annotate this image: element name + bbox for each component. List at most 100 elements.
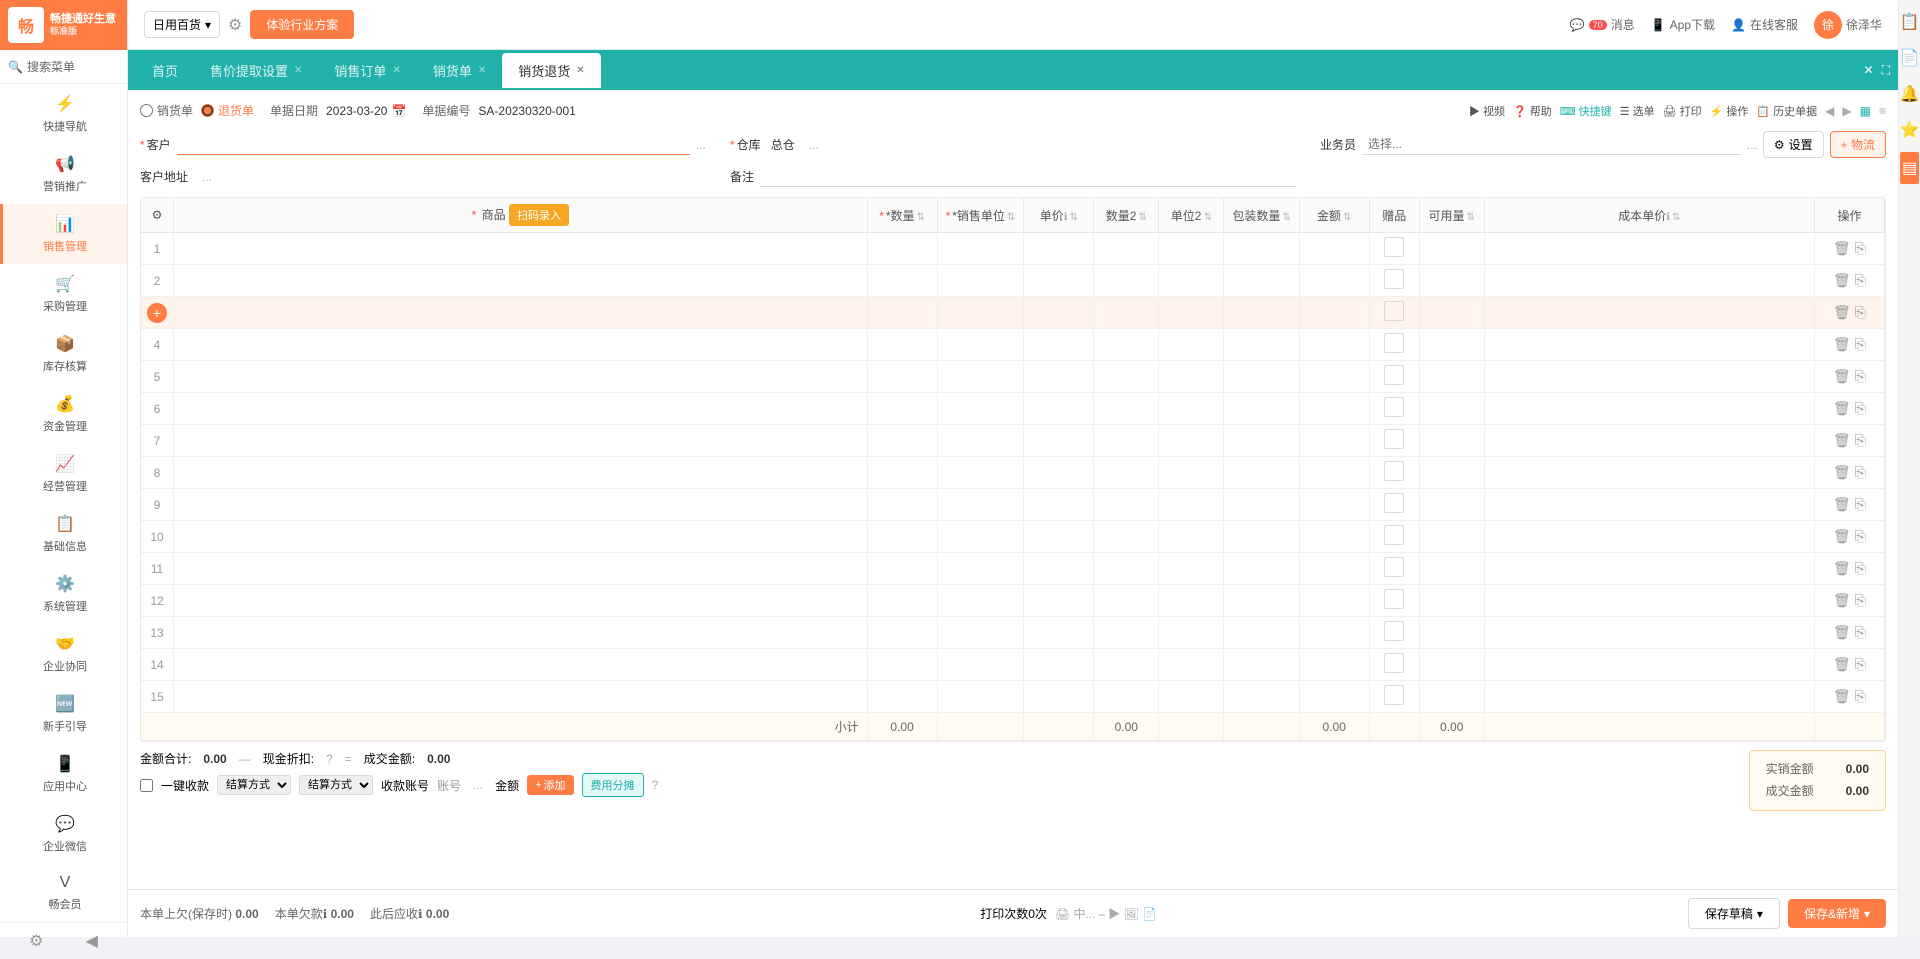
tab-close-icon[interactable]: ✕ [294, 65, 302, 76]
delete-row-btn[interactable]: 🗑 [1831, 400, 1853, 417]
add-row-btn[interactable]: + [147, 303, 167, 323]
split-btn[interactable]: 费用分摊 [582, 773, 644, 797]
qty2-cell[interactable] [1094, 489, 1159, 521]
sidebar-item-quicknav[interactable]: ⚡ 快捷导航 [0, 84, 127, 144]
tab-home[interactable]: 首页 [136, 53, 194, 88]
pack-qty-cell[interactable] [1224, 297, 1299, 329]
quantity-cell[interactable] [867, 617, 937, 649]
product-cell[interactable] [174, 425, 868, 457]
amount-cell[interactable] [1299, 585, 1369, 617]
toolbar-select[interactable]: ☰ 选单 [1620, 103, 1655, 119]
available-cell[interactable] [1419, 233, 1484, 265]
gift-cell[interactable] [1369, 649, 1419, 681]
toolbar-help[interactable]: ❓ 帮助 [1513, 103, 1552, 119]
sort-icon-unit2[interactable]: ⇅ [1203, 212, 1211, 223]
tab-sales-order[interactable]: 销售订单 ✕ [318, 53, 416, 88]
unit-price-cell[interactable] [1024, 649, 1094, 681]
fullscreen-icon[interactable]: ⛶ [1882, 63, 1890, 78]
unit2-cell[interactable] [1159, 457, 1224, 489]
unit-price-cell[interactable] [1024, 617, 1094, 649]
unit-price-cell[interactable] [1024, 585, 1094, 617]
qty2-cell[interactable] [1094, 233, 1159, 265]
qty2-cell[interactable] [1094, 585, 1159, 617]
delete-row-btn[interactable]: 🗑 [1831, 592, 1853, 609]
sales-unit-cell[interactable] [937, 521, 1024, 553]
qty2-cell[interactable] [1094, 521, 1159, 553]
quantity-cell[interactable] [867, 329, 937, 361]
unit-price-cell[interactable] [1024, 681, 1094, 713]
product-cell[interactable] [174, 553, 868, 585]
toolbar-ops[interactable]: ⚡ 操作 [1710, 103, 1749, 119]
sales-unit-cell[interactable] [937, 265, 1024, 297]
experience-btn[interactable]: 体验行业方案 [250, 10, 354, 39]
sales-unit-cell[interactable] [937, 361, 1024, 393]
sort-icon-qty[interactable]: ⇅ [917, 212, 925, 223]
cost-price-cell[interactable] [1484, 233, 1814, 265]
sidebar-item-operations[interactable]: 📈 经营管理 [0, 444, 127, 504]
radio-return[interactable]: 退货单 [201, 102, 254, 119]
sort-icon-unit[interactable]: ⇅ [1007, 212, 1015, 223]
amount-cell[interactable] [1299, 553, 1369, 585]
quantity-cell[interactable] [867, 585, 937, 617]
quantity-cell[interactable] [867, 297, 937, 329]
sort-icon-cost[interactable]: ⇅ [1672, 212, 1680, 223]
quantity-cell[interactable] [867, 521, 937, 553]
sidebar-item-basic[interactable]: 📋 基础信息 [0, 504, 127, 564]
receivable-icon[interactable]: ℹ [418, 907, 423, 921]
sales-unit-cell[interactable] [937, 233, 1024, 265]
sales-unit-cell[interactable] [937, 617, 1024, 649]
available-cell[interactable] [1419, 649, 1484, 681]
available-cell[interactable] [1419, 329, 1484, 361]
delete-row-btn[interactable]: 🗑 [1831, 336, 1853, 353]
available-cell[interactable] [1419, 361, 1484, 393]
gift-cell[interactable] [1369, 457, 1419, 489]
qty2-cell[interactable] [1094, 681, 1159, 713]
unit-price-cell[interactable] [1024, 393, 1094, 425]
amount-cell[interactable] [1299, 233, 1369, 265]
cost-price-cell[interactable] [1484, 489, 1814, 521]
unit-price-cell[interactable] [1024, 425, 1094, 457]
save-draft-btn[interactable]: 保存草稿 ▾ [1688, 898, 1780, 929]
cost-price-cell[interactable] [1484, 329, 1814, 361]
tab-sales[interactable]: 销货单 ✕ [417, 53, 502, 88]
warehouse-dots[interactable]: ... [809, 138, 819, 152]
gift-cell[interactable] [1369, 233, 1419, 265]
amount-cell[interactable] [1299, 521, 1369, 553]
unit2-cell[interactable] [1159, 425, 1224, 457]
quantity-cell[interactable] [867, 361, 937, 393]
unit-price-cell[interactable] [1024, 361, 1094, 393]
pack-qty-cell[interactable] [1224, 649, 1299, 681]
toolbar-history[interactable]: 📋 历史单据 [1756, 103, 1817, 119]
sales-unit-cell[interactable] [937, 553, 1024, 585]
qty2-cell[interactable] [1094, 425, 1159, 457]
cost-price-cell[interactable] [1484, 649, 1814, 681]
tab-sales-return[interactable]: 销货退货 ✕ [502, 53, 600, 88]
amount-cell[interactable] [1299, 681, 1369, 713]
cost-price-cell[interactable] [1484, 585, 1814, 617]
gift-checkbox[interactable] [1384, 589, 1404, 609]
gift-cell[interactable] [1369, 585, 1419, 617]
product-cell[interactable] [174, 521, 868, 553]
sidebar-item-inventory[interactable]: 📦 库存核算 [0, 324, 127, 384]
unit2-cell[interactable] [1159, 649, 1224, 681]
remark-input[interactable] [760, 166, 1296, 187]
copy-row-btn[interactable]: ⎘ [1853, 432, 1868, 449]
sales-unit-cell[interactable] [937, 425, 1024, 457]
sales-unit-cell[interactable] [937, 649, 1024, 681]
available-cell[interactable] [1419, 297, 1484, 329]
list-view-icon[interactable]: ≡ [1879, 104, 1886, 118]
copy-row-btn[interactable]: ⎘ [1853, 464, 1868, 481]
product-cell[interactable] [174, 681, 868, 713]
gift-checkbox[interactable] [1384, 429, 1404, 449]
unit2-cell[interactable] [1159, 393, 1224, 425]
sidebar-search[interactable]: 🔍 搜索菜单 [0, 50, 127, 84]
qty2-cell[interactable] [1094, 297, 1159, 329]
cost-price-cell[interactable] [1484, 521, 1814, 553]
quantity-cell[interactable] [867, 425, 937, 457]
amount-cell[interactable] [1299, 265, 1369, 297]
cost-price-cell[interactable] [1484, 297, 1814, 329]
pack-qty-cell[interactable] [1224, 425, 1299, 457]
prev-record-icon[interactable]: ◀ [1825, 104, 1834, 118]
unit-price-cell[interactable] [1024, 265, 1094, 297]
available-cell[interactable] [1419, 553, 1484, 585]
